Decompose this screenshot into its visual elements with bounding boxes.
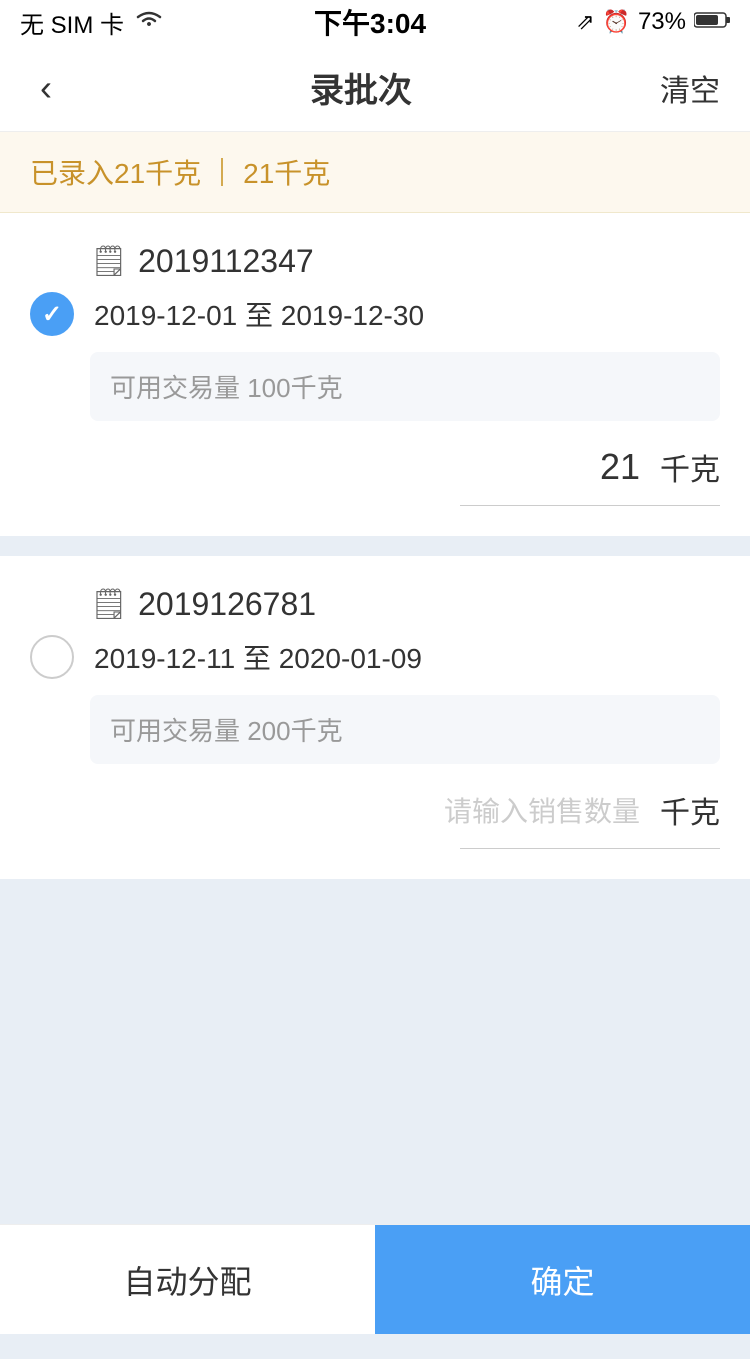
summary-bar: 已录入21千克 21千克: [0, 132, 750, 213]
alarm-icon: ⏰: [603, 9, 630, 35]
clear-button[interactable]: 清空: [660, 66, 720, 110]
batch1-quantity-underline: [460, 505, 720, 506]
batch2-id: 2019126781: [138, 586, 316, 623]
batch2-quantity-placeholder: 请输入销售数量: [444, 790, 640, 830]
batch2-radio[interactable]: [30, 635, 74, 679]
location-icon: ⇗: [576, 9, 594, 35]
batch1-date: 2019-12-01 至 2019-12-30: [94, 294, 424, 334]
batch-separator-2: [0, 879, 750, 899]
carrier-text: 无 SIM 卡: [20, 5, 124, 40]
batch2-avail-text: 可用交易量 200千克: [110, 716, 343, 746]
batch2-availability: 可用交易量 200千克: [90, 695, 720, 764]
batch1-quantity-value: 21: [600, 446, 640, 488]
back-button[interactable]: ‹: [30, 57, 62, 119]
batch1-quantity-unit: 千克: [660, 445, 720, 489]
bottom-bar: 自动分配 确定: [0, 1224, 750, 1334]
batch1-id-row: 🗒 2019112347: [30, 243, 720, 280]
batch2-id-row: 🗒 2019126781: [30, 586, 720, 623]
batch2-date: 2019-12-11 至 2020-01-09: [94, 637, 422, 677]
status-time: 下午3:04: [314, 2, 426, 42]
summary-divider: [221, 158, 223, 186]
status-bar: 无 SIM 卡 下午3:04 ⇗ ⏰ 73%: [0, 0, 750, 44]
batch2-date-row[interactable]: 2019-12-11 至 2020-01-09: [30, 635, 720, 679]
confirm-button[interactable]: 确定: [375, 1225, 750, 1334]
batch1-availability: 可用交易量 100千克: [90, 352, 720, 421]
wifi-icon: [134, 8, 164, 37]
battery-icon: [694, 8, 730, 36]
batch1-header: 🗒 2019112347 2019-12-01 至 2019-12-30 可用交…: [0, 213, 750, 421]
auto-distribute-button[interactable]: 自动分配: [0, 1225, 375, 1334]
batch1-doc-icon: 🗒: [90, 244, 128, 279]
recorded-label: 已录入21千克: [30, 152, 201, 192]
batch1-quantity-section: 21 千克: [0, 421, 750, 536]
batch1-radio[interactable]: [30, 292, 74, 336]
status-left: 无 SIM 卡: [20, 5, 164, 40]
batch2-quantity-section[interactable]: 请输入销售数量 千克: [0, 764, 750, 879]
status-right: ⇗ ⏰ 73%: [576, 8, 730, 36]
batch2-doc-icon: 🗒: [90, 587, 128, 622]
page-title: 录批次: [310, 63, 412, 112]
batch1-id: 2019112347: [138, 243, 314, 280]
nav-bar: ‹ 录批次 清空: [0, 44, 750, 132]
batch-item-1: 🗒 2019112347 2019-12-01 至 2019-12-30 可用交…: [0, 213, 750, 536]
batch-separator-1: [0, 536, 750, 556]
batch2-header: 🗒 2019126781 2019-12-11 至 2020-01-09 可用交…: [0, 556, 750, 764]
batch-item-2: 🗒 2019126781 2019-12-11 至 2020-01-09 可用交…: [0, 556, 750, 879]
total-label: 21千克: [243, 152, 330, 192]
batch2-quantity-underline: [460, 848, 720, 849]
battery-text: 73%: [638, 8, 686, 36]
batch1-avail-text: 可用交易量 100千克: [110, 373, 343, 403]
batch1-date-row[interactable]: 2019-12-01 至 2019-12-30: [30, 292, 720, 336]
batch2-quantity-unit: 千克: [660, 788, 720, 832]
